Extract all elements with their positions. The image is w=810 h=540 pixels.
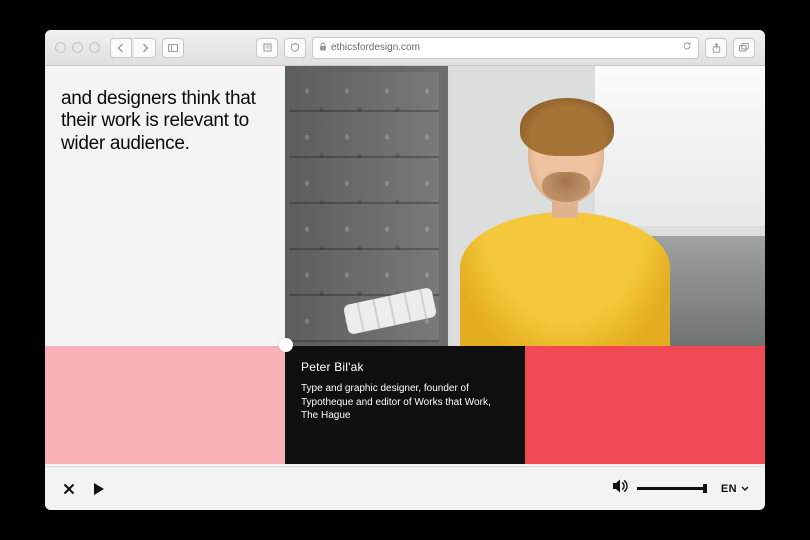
browser-toolbar: ethicsfordesign.com	[45, 30, 765, 66]
volume-control[interactable]	[613, 479, 707, 498]
language-label: EN	[721, 483, 737, 495]
lower-strip: Peter Bil'ak Type and graphic designer, …	[45, 346, 765, 464]
video-still	[285, 66, 765, 346]
address-bar[interactable]: ethicsfordesign.com	[312, 37, 699, 59]
nav-buttons	[110, 38, 156, 58]
playhead-handle[interactable]	[279, 338, 293, 352]
right-buttons	[705, 38, 755, 58]
sidebar-button[interactable]	[162, 38, 184, 58]
video-frame[interactable]	[285, 66, 765, 346]
page-content: and designers think that their work is r…	[45, 66, 765, 466]
progress-elapsed[interactable]	[45, 346, 285, 464]
refresh-icon[interactable]	[682, 41, 692, 54]
subtitle-text: and designers think that their work is r…	[61, 88, 265, 155]
close-icon[interactable]	[61, 481, 77, 497]
reader-mode-button[interactable]	[256, 38, 278, 58]
speaker-info-panel: Peter Bil'ak Type and graphic designer, …	[285, 346, 525, 464]
language-selector[interactable]: EN	[721, 483, 749, 495]
tabs-button[interactable]	[733, 38, 755, 58]
lock-icon	[319, 42, 327, 53]
volume-icon	[613, 479, 629, 498]
play-icon[interactable]	[91, 481, 107, 497]
close-window-button[interactable]	[55, 42, 66, 53]
back-button[interactable]	[110, 38, 132, 58]
speaker-role: Type and graphic designer, founder of Ty…	[301, 382, 491, 423]
browser-window: ethicsfordesign.com and designers think …	[45, 30, 765, 510]
subtitle-panel: and designers think that their work is r…	[45, 66, 285, 346]
player-bar: EN	[45, 466, 765, 510]
reader-buttons	[256, 38, 306, 58]
chevron-down-icon	[741, 484, 749, 493]
progress-remaining[interactable]	[525, 346, 765, 464]
window-controls	[55, 42, 100, 53]
url-text: ethicsfordesign.com	[331, 42, 420, 53]
speaker-name: Peter Bil'ak	[301, 360, 509, 374]
volume-slider[interactable]	[637, 487, 707, 490]
maximize-window-button[interactable]	[89, 42, 100, 53]
share-button[interactable]	[705, 38, 727, 58]
forward-button[interactable]	[134, 38, 156, 58]
minimize-window-button[interactable]	[72, 42, 83, 53]
upper-row: and designers think that their work is r…	[45, 66, 765, 346]
privacy-button[interactable]	[284, 38, 306, 58]
